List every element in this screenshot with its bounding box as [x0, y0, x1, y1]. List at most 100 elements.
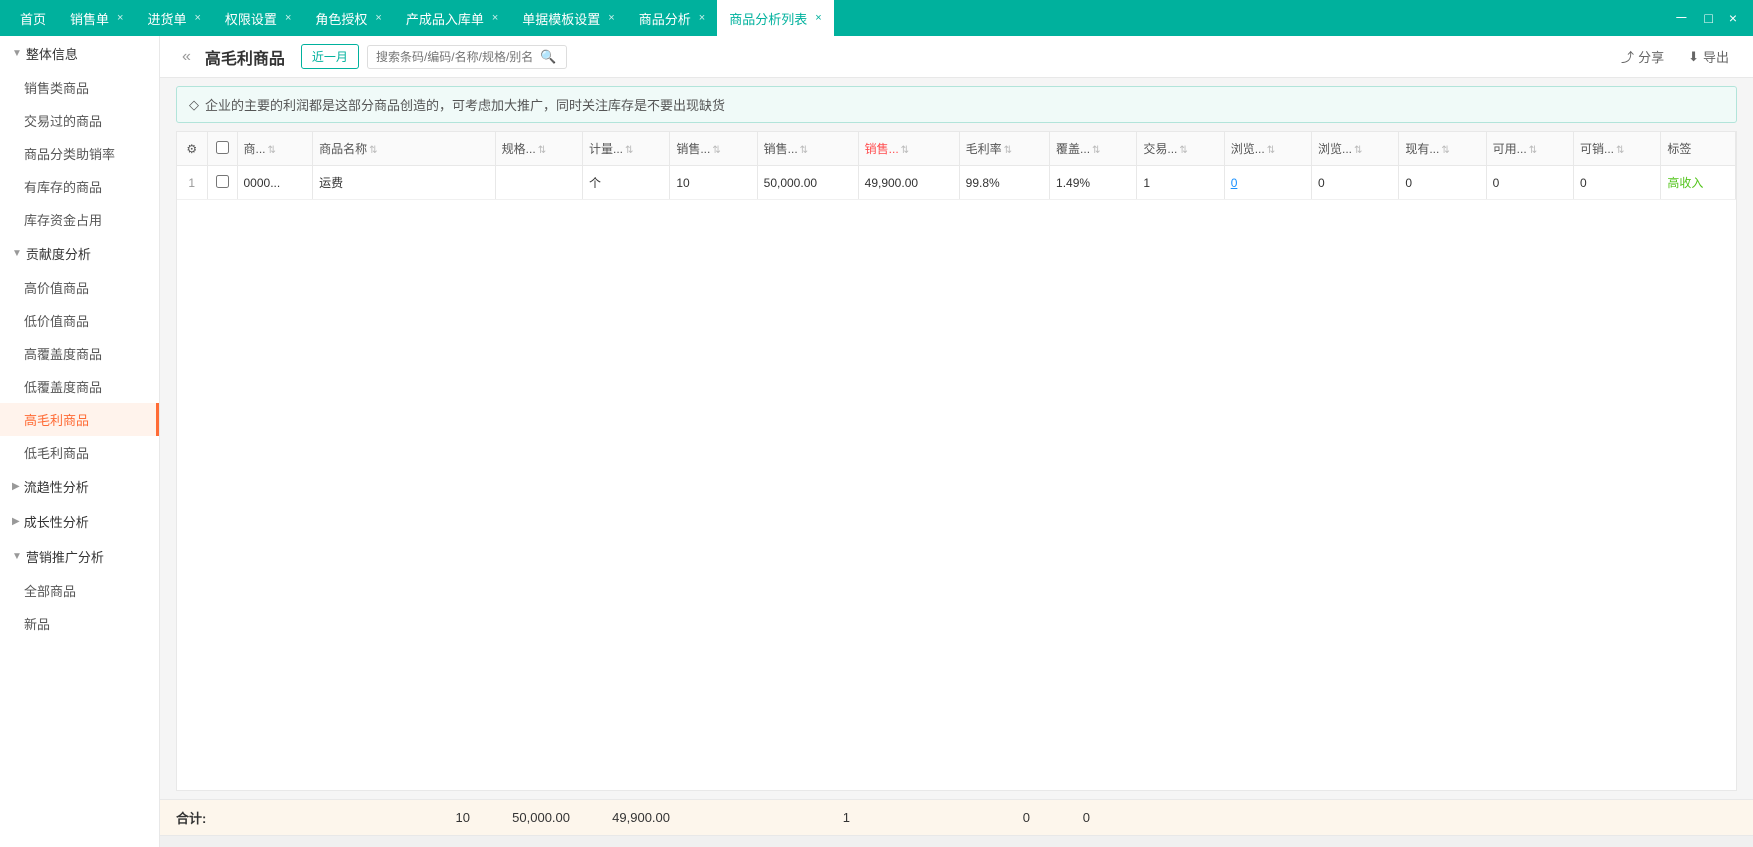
col-coverage[interactable]: 覆盖...⇅ — [1050, 132, 1137, 166]
nav-product-analysis-list[interactable]: 商品分析列表 × — [717, 0, 833, 36]
col-sale-amount[interactable]: 销售...⇅ — [757, 132, 858, 166]
col-checkbox[interactable] — [207, 132, 237, 166]
cell-spec — [495, 166, 582, 200]
cell-current-stock: 0 — [1399, 166, 1486, 200]
export-icon: ⬇ — [1688, 49, 1699, 65]
sidebar-item-high-margin[interactable]: 高毛利商品 — [0, 403, 159, 436]
nav-purchase-order[interactable]: 进货单 × — [135, 0, 212, 36]
col-unit[interactable]: 计量...⇅ — [583, 132, 670, 166]
footer-coverage — [736, 810, 796, 825]
chevron-down-icon-3: ▼ — [12, 551, 22, 562]
cell-unit: 个 — [583, 166, 670, 200]
sidebar-item-sales-goods[interactable]: 销售类商品 — [0, 71, 159, 104]
cell-code: 0000... — [237, 166, 313, 200]
cell-sale-amount: 50,000.00 — [757, 166, 858, 200]
close-product-analysis-list[interactable]: × — [815, 12, 821, 24]
nav-home[interactable]: 首页 — [8, 0, 58, 36]
top-navigation: 首页 销售单 × 进货单 × 权限设置 × 角色授权 × 产成品入库单 × 单据… — [0, 0, 1753, 36]
footer-views1 — [856, 810, 916, 825]
col-tag[interactable]: 标签 — [1661, 132, 1736, 166]
cell-gross-margin: 99.8% — [959, 166, 1049, 200]
sidebar-item-new-products[interactable]: 新品 — [0, 607, 159, 640]
close-template-settings[interactable]: × — [608, 12, 614, 24]
cell-views2: 0 — [1312, 166, 1399, 200]
window-minimize[interactable]: － — [1666, 8, 1696, 28]
footer-sale-amount: 50,000.00 — [476, 810, 576, 825]
sidebar-collapse-button[interactable]: « — [176, 46, 197, 68]
close-sales-order[interactable]: × — [117, 12, 123, 24]
col-transactions[interactable]: 交易...⇅ — [1137, 132, 1224, 166]
nav-sales-order[interactable]: 销售单 × — [58, 0, 135, 36]
sidebar-item-traded-goods[interactable]: 交易过的商品 — [0, 104, 159, 137]
chevron-right-icon: ▶ — [12, 481, 20, 492]
sidebar-item-all-goods[interactable]: 全部商品 — [0, 574, 159, 607]
col-available-stock[interactable]: 可用...⇅ — [1486, 132, 1573, 166]
cell-sale-profit: 49,900.00 — [858, 166, 959, 200]
table-container[interactable]: ⚙ 商...⇅ 商品名称⇅ 规格...⇅ 计量...⇅ 销售...⇅ 销售...… — [176, 131, 1737, 791]
info-banner: ◇ 企业的主要的利润都是这部分商品创造的，可考虑加大推广，同时关注库存是不要出现… — [176, 86, 1737, 123]
sidebar-item-low-value[interactable]: 低价值商品 — [0, 304, 159, 337]
nav-permission-settings[interactable]: 权限设置 × — [213, 0, 303, 36]
sidebar-item-low-coverage[interactable]: 低覆盖度商品 — [0, 370, 159, 403]
footer-label: 合计: — [176, 808, 296, 827]
nav-product-inbound[interactable]: 产成品入库单 × — [394, 0, 510, 36]
close-purchase-order[interactable]: × — [194, 12, 200, 24]
col-views2[interactable]: 浏览...⇅ — [1312, 132, 1399, 166]
col-current-stock[interactable]: 现有...⇅ — [1399, 132, 1486, 166]
share-button[interactable]: ⤴ 分享 — [1613, 44, 1672, 69]
footer-sale-qty — [296, 810, 416, 825]
footer-current-stock: 0 — [976, 810, 1036, 825]
select-all-checkbox[interactable] — [216, 141, 229, 154]
cell-available-stock: 0 — [1486, 166, 1573, 200]
cell-checkbox[interactable] — [207, 166, 237, 200]
col-name[interactable]: 商品名称⇅ — [313, 132, 496, 166]
sidebar-group-overall[interactable]: ▼ 整体信息 — [0, 36, 159, 71]
window-maximize[interactable]: □ — [1696, 10, 1720, 26]
sidebar-group-contribution[interactable]: ▼ 贡献度分析 — [0, 236, 159, 271]
page-title: 高毛利商品 — [205, 45, 285, 69]
close-permission-settings[interactable]: × — [285, 12, 291, 24]
close-product-inbound[interactable]: × — [492, 12, 498, 24]
export-button[interactable]: ⬇ 导出 — [1680, 44, 1737, 69]
sidebar-item-stock-capital[interactable]: 库存资金占用 — [0, 203, 159, 236]
sidebar-item-high-coverage[interactable]: 高覆盖度商品 — [0, 337, 159, 370]
chevron-right-icon-2: ▶ — [12, 516, 20, 527]
sidebar-item-high-value[interactable]: 高价值商品 — [0, 271, 159, 304]
sidebar: ▼ 整体信息 销售类商品 交易过的商品 商品分类助销率 有库存的商品 库存资金占… — [0, 36, 160, 847]
col-sale-qty[interactable]: 销售...⇅ — [670, 132, 757, 166]
col-settings[interactable]: ⚙ — [177, 132, 207, 166]
horizontal-scrollbar[interactable] — [160, 835, 1753, 847]
col-sale-profit[interactable]: 销售...⇅ — [858, 132, 959, 166]
col-views1[interactable]: 浏览...⇅ — [1224, 132, 1311, 166]
col-spec[interactable]: 规格...⇅ — [495, 132, 582, 166]
sidebar-item-category-assist[interactable]: 商品分类助销率 — [0, 137, 159, 170]
sidebar-item-low-margin[interactable]: 低毛利商品 — [0, 436, 159, 469]
close-product-analysis[interactable]: × — [699, 12, 705, 24]
nav-role-auth[interactable]: 角色授权 × — [303, 0, 393, 36]
content-header: « 高毛利商品 近一月 🔍 ⤴ 分享 ⬇ 导出 — [160, 36, 1753, 78]
col-saleable-stock[interactable]: 可销...⇅ — [1574, 132, 1661, 166]
table-body: 1 0000... 运费 个 10 50,000.00 49,900.00 99… — [177, 166, 1736, 200]
sidebar-item-in-stock-goods[interactable]: 有库存的商品 — [0, 170, 159, 203]
col-code[interactable]: 商...⇅ — [237, 132, 313, 166]
search-icon[interactable]: 🔍 — [540, 49, 556, 65]
content-area: « 高毛利商品 近一月 🔍 ⤴ 分享 ⬇ 导出 ◇ 企业的主要的利润都是这部分商… — [160, 36, 1753, 847]
time-filter-button[interactable]: 近一月 — [301, 44, 359, 69]
row-checkbox[interactable] — [216, 175, 229, 188]
nav-product-analysis[interactable]: 商品分析 × — [627, 0, 717, 36]
footer-transactions: 1 — [796, 810, 856, 825]
chevron-down-icon: ▼ — [12, 48, 22, 59]
search-box: 🔍 — [367, 45, 567, 69]
nav-template-settings[interactable]: 单据模板设置 × — [510, 0, 626, 36]
window-close[interactable]: × — [1721, 10, 1745, 26]
chevron-down-icon-2: ▼ — [12, 248, 22, 259]
search-input[interactable] — [376, 50, 536, 64]
sidebar-group-trend[interactable]: ▶ 流趋性分析 — [0, 469, 159, 504]
sidebar-group-growth[interactable]: ▶ 成长性分析 — [0, 504, 159, 539]
data-table: ⚙ 商...⇅ 商品名称⇅ 规格...⇅ 计量...⇅ 销售...⇅ 销售...… — [177, 132, 1736, 200]
cell-views1[interactable]: 0 — [1224, 166, 1311, 200]
col-gross-margin[interactable]: 毛利率⇅ — [959, 132, 1049, 166]
footer-sale-profit: 49,900.00 — [576, 810, 676, 825]
sidebar-group-marketing[interactable]: ▼ 营销推广分析 — [0, 539, 159, 574]
close-role-auth[interactable]: × — [375, 12, 381, 24]
